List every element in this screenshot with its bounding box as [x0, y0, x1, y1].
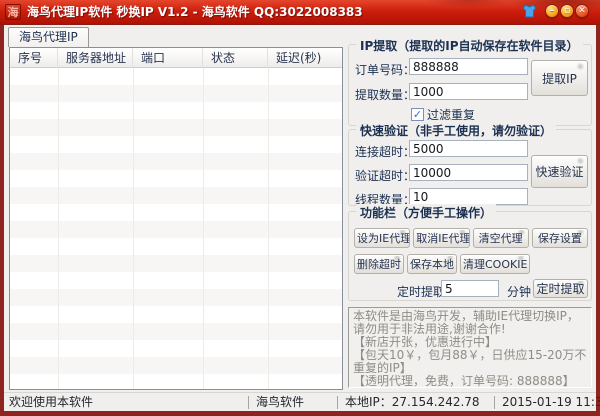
column-header-0[interactable]: 序号: [10, 48, 58, 68]
order-number-label: 订单号码：: [355, 63, 416, 77]
status-bar: 欢迎使用本软件 海鸟软件 本地IP：27.154.242.78 2015-01-…: [4, 392, 600, 411]
table-body[interactable]: [10, 68, 342, 389]
tab-proxy-ip[interactable]: 海鸟代理IP: [8, 27, 89, 47]
close-icon: ✕: [578, 6, 586, 16]
checkbox-check-icon: ✓: [411, 108, 424, 121]
connect-timeout-input[interactable]: [409, 140, 528, 157]
timer-minutes-input[interactable]: [441, 280, 499, 297]
status-divider: [494, 396, 495, 409]
fn-row-2: 删除超时 保存本地 清理COOKIE: [354, 254, 588, 274]
function-button[interactable]: 清空代理: [472, 228, 529, 248]
quick-verify-button[interactable]: 快速验证: [531, 155, 588, 188]
column-header-3[interactable]: 状态: [203, 48, 268, 68]
status-divider: [248, 396, 249, 409]
info-line: 【包天10￥，包月88￥，日供应15-20万不重复的IP】: [353, 348, 587, 375]
function-button[interactable]: 设为IE代理: [354, 228, 411, 248]
minimize-button[interactable]: –: [545, 4, 559, 18]
extract-count-input[interactable]: [409, 83, 528, 100]
extract-group: IP提取（提取的IP自动保存在软件目录） 订单号码： 提取数量： ✓ 过滤重复 …: [348, 37, 592, 126]
column-divider: [133, 68, 134, 389]
verify-group: 快速验证（非手工使用，请勿验证） 连接超时： 验证超时： 线程数量： 快速验证: [348, 122, 592, 207]
column-divider: [203, 68, 204, 389]
verify-timeout-input[interactable]: [409, 164, 528, 181]
window-title: 海鸟代理IP软件 秒换IP V1.2 - 海鸟软件 QQ:3022008383: [27, 5, 363, 19]
maximize-icon: ▫: [563, 6, 571, 16]
column-header-4[interactable]: 延迟(秒): [268, 48, 342, 68]
status-local-ip: 本地IP：27.154.242.78: [345, 395, 480, 409]
shirt-icon: [522, 4, 537, 18]
function-button[interactable]: 保存本地: [407, 254, 457, 274]
extract-group-title: IP提取（提取的IP自动保存在软件目录）: [356, 37, 583, 54]
app-icon[interactable]: 海: [5, 4, 21, 20]
title-bar[interactable]: 海 海鸟代理IP软件 秒换IP V1.2 - 海鸟软件 QQ:302200838…: [0, 0, 600, 25]
minimize-icon: –: [549, 6, 555, 16]
timer-extract-button[interactable]: 定时提取: [533, 279, 588, 298]
function-button[interactable]: 保存设置: [531, 228, 588, 248]
function-group-title: 功能栏（方便手工操作）: [356, 204, 497, 221]
status-divider: [337, 396, 338, 409]
proxy-list[interactable]: 序号 服务器地址 端口 状态 延迟(秒): [9, 47, 343, 390]
filter-duplicates-label: 过滤重复: [427, 108, 476, 122]
function-group: 功能栏（方便手工操作） 设为IE代理 取消IE代理 清空代理 保存设置 删除超时 保存本…: [348, 204, 592, 301]
function-button[interactable]: 取消IE代理: [413, 228, 470, 248]
fn-row-1: 设为IE代理 取消IE代理 清空代理 保存设置: [354, 228, 588, 248]
table-header: 序号 服务器地址 端口 状态 延迟(秒): [10, 48, 342, 68]
filter-duplicates-checkbox[interactable]: ✓ 过滤重复: [411, 106, 475, 123]
status-brand: 海鸟软件: [256, 395, 305, 409]
thread-count-input[interactable]: [409, 188, 528, 205]
column-header-1[interactable]: 服务器地址: [58, 48, 133, 68]
status-datetime: 2015-01-19 11:36:50: [502, 395, 600, 409]
extract-count-label: 提取数量：: [355, 88, 416, 102]
verify-timeout-label: 验证超时：: [355, 169, 416, 183]
verify-group-title: 快速验证（非手工使用，请勿验证）: [356, 122, 557, 139]
info-text: 本软件是由海鸟开发，辅助IE代理切换IP，请勿用于非法用途,谢谢合作! 【新店开张…: [348, 307, 592, 388]
column-header-2[interactable]: 端口: [133, 48, 203, 68]
extract-ip-button[interactable]: 提取IP: [531, 60, 588, 96]
maximize-button[interactable]: ▫: [560, 4, 574, 18]
order-number-input[interactable]: [409, 58, 528, 75]
function-button[interactable]: 删除超时: [354, 254, 404, 274]
skin-button[interactable]: [521, 3, 538, 20]
app-window: 海 海鸟代理IP软件 秒换IP V1.2 - 海鸟软件 QQ:302200838…: [0, 0, 600, 416]
close-button[interactable]: ✕: [575, 4, 589, 18]
info-line: 本软件是由海鸟开发，辅助IE代理切换IP，请勿用于非法用途,谢谢合作!: [353, 309, 579, 336]
function-button[interactable]: 清理COOKIE: [460, 254, 531, 274]
status-welcome: 欢迎使用本软件: [9, 395, 94, 409]
timer-unit-label: 分钟: [507, 285, 532, 299]
connect-timeout-label: 连接超时：: [355, 145, 416, 159]
column-divider: [268, 68, 269, 389]
column-divider: [58, 68, 59, 389]
